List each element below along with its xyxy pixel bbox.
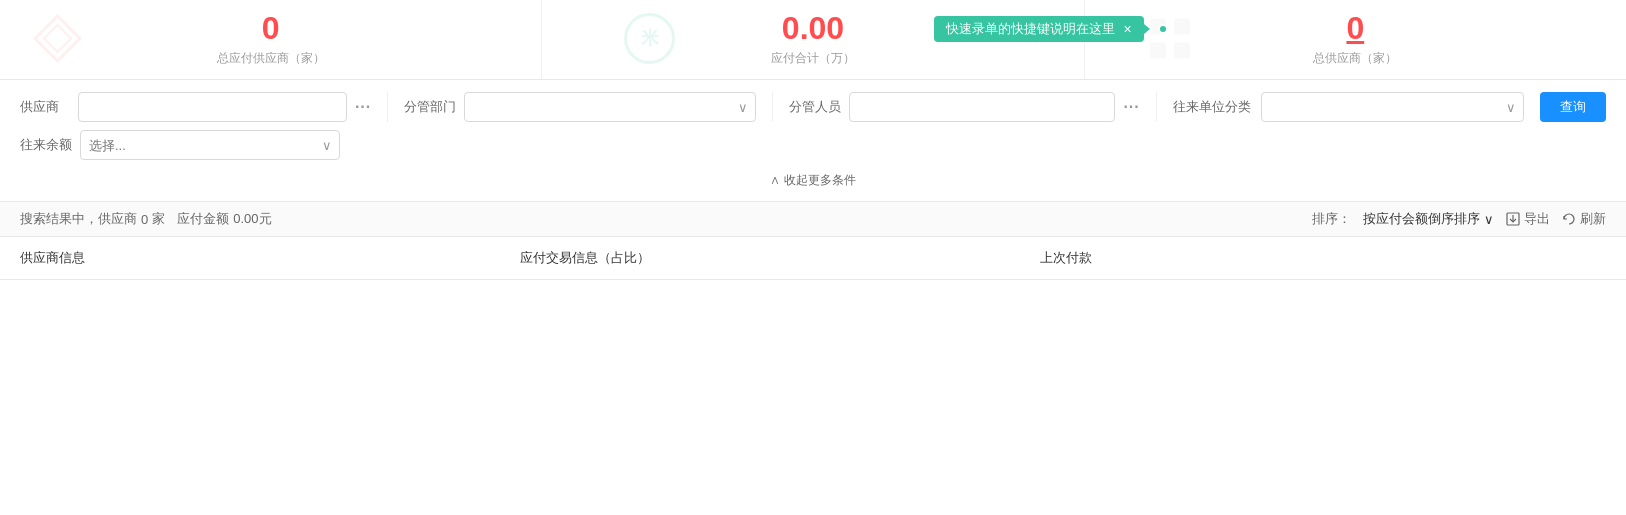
sort-select[interactable]: 按应付会额倒序排序 ∨ xyxy=(1363,210,1494,228)
export-icon xyxy=(1506,212,1520,226)
stat-payable-total: 米 0.00 应付合计（万） 快速录单的快捷键说明在这里 × xyxy=(542,0,1084,79)
result-bar: 搜索结果中，供应商 0 家 应付金额 0.00元 排序： 按应付会额倒序排序 ∨… xyxy=(0,202,1626,237)
svg-rect-5 xyxy=(1174,42,1190,58)
person-input[interactable] xyxy=(849,92,1116,122)
col-header-last-pay: 上次付款 xyxy=(1040,249,1606,267)
person-label: 分管人员 xyxy=(789,98,841,116)
stat-total-suppliers-value: 0 xyxy=(1346,12,1364,44)
result-actions: 排序： 按应付会额倒序排序 ∨ 导出 刷新 xyxy=(1312,210,1606,228)
filter-group-unit-category: 往来单位分类 ∨ xyxy=(1173,92,1524,122)
balance-select-wrapper: ∨ xyxy=(80,130,340,160)
balance-label: 往来余额 xyxy=(20,136,72,154)
stat-total-payable-suppliers: 0 总应付供应商（家） xyxy=(0,0,542,79)
filter-row-1: 供应商 ··· 分管部门 ∨ 分管人员 ··· 往来单位分类 ∨ xyxy=(20,92,1606,122)
filter-group-person: 分管人员 ··· xyxy=(789,92,1157,122)
col-header-trade-info: 应付交易信息（占比） xyxy=(520,249,1040,267)
sort-label: 排序： xyxy=(1312,210,1351,228)
tooltip-close-button[interactable]: × xyxy=(1123,22,1131,36)
stat-total-suppliers-label: 总供应商（家） xyxy=(1313,50,1397,67)
sort-arrow-icon: ∨ xyxy=(1484,212,1494,227)
refresh-button[interactable]: 刷新 xyxy=(1562,210,1606,228)
result-amount-label: 应付金额 xyxy=(177,210,229,228)
stat-payable-suppliers-label: 总应付供应商（家） xyxy=(217,50,325,67)
stat-payable-total-label: 应付合计（万） xyxy=(771,50,855,67)
supplier-label: 供应商 xyxy=(20,98,70,116)
collapse-row: ∧ 收起更多条件 xyxy=(20,168,1606,193)
filter-group-balance: 往来余额 ∨ xyxy=(20,130,340,160)
result-amount-value: 0.00元 xyxy=(233,210,271,228)
department-label: 分管部门 xyxy=(404,98,456,116)
filter-row-2: 往来余额 ∨ xyxy=(20,130,1606,160)
result-supplier-unit: 家 xyxy=(152,210,165,228)
filter-group-supplier: 供应商 ··· xyxy=(20,92,388,122)
svg-rect-4 xyxy=(1150,42,1166,58)
stat-payable-total-value: 0.00 xyxy=(782,12,844,44)
unit-category-select-wrapper: ∨ xyxy=(1261,92,1524,122)
collapse-button[interactable]: ∧ 收起更多条件 xyxy=(770,172,855,189)
watermark-diamond-icon xyxy=(30,11,85,69)
export-label: 导出 xyxy=(1524,210,1550,228)
sort-text: 按应付会额倒序排序 xyxy=(1363,210,1480,228)
unit-category-input[interactable] xyxy=(1261,92,1524,122)
watermark-grid-icon xyxy=(1145,13,1195,66)
department-input[interactable] xyxy=(464,92,755,122)
refresh-label: 刷新 xyxy=(1580,210,1606,228)
department-select-wrapper: ∨ xyxy=(464,92,755,122)
table-header: 供应商信息 应付交易信息（占比） 上次付款 xyxy=(0,237,1626,280)
unit-category-label: 往来单位分类 xyxy=(1173,98,1253,116)
filter-area: 供应商 ··· 分管部门 ∨ 分管人员 ··· 往来单位分类 ∨ xyxy=(0,80,1626,202)
stats-bar: 0 总应付供应商（家） 米 0.00 应付合计（万） 快速录单的快捷键说明在这里… xyxy=(0,0,1626,80)
col-header-supplier-info: 供应商信息 xyxy=(20,249,520,267)
result-prefix: 搜索结果中，供应商 xyxy=(20,210,137,228)
tooltip-bar: 快速录单的快捷键说明在这里 × xyxy=(934,16,1143,42)
tooltip-text: 快速录单的快捷键说明在这里 xyxy=(946,20,1115,38)
result-info: 搜索结果中，供应商 0 家 应付金额 0.00元 xyxy=(20,210,272,228)
export-button[interactable]: 导出 xyxy=(1506,210,1550,228)
stat-total-suppliers: 0 总供应商（家） xyxy=(1085,0,1626,79)
refresh-icon xyxy=(1562,212,1576,226)
filter-group-department: 分管部门 ∨ xyxy=(404,92,772,122)
supplier-input[interactable] xyxy=(78,92,347,122)
search-button[interactable]: 查询 xyxy=(1540,92,1606,122)
result-supplier-count: 0 xyxy=(141,212,148,227)
stat-payable-suppliers-value: 0 xyxy=(262,12,280,44)
watermark-coin-icon: 米 xyxy=(622,11,677,69)
svg-rect-3 xyxy=(1174,18,1190,34)
balance-input[interactable] xyxy=(80,130,340,160)
supplier-dots[interactable]: ··· xyxy=(355,98,371,116)
person-dots[interactable]: ··· xyxy=(1123,98,1139,116)
table-body xyxy=(0,280,1626,515)
tooltip-dot xyxy=(1158,24,1168,34)
svg-text:米: 米 xyxy=(640,28,660,48)
